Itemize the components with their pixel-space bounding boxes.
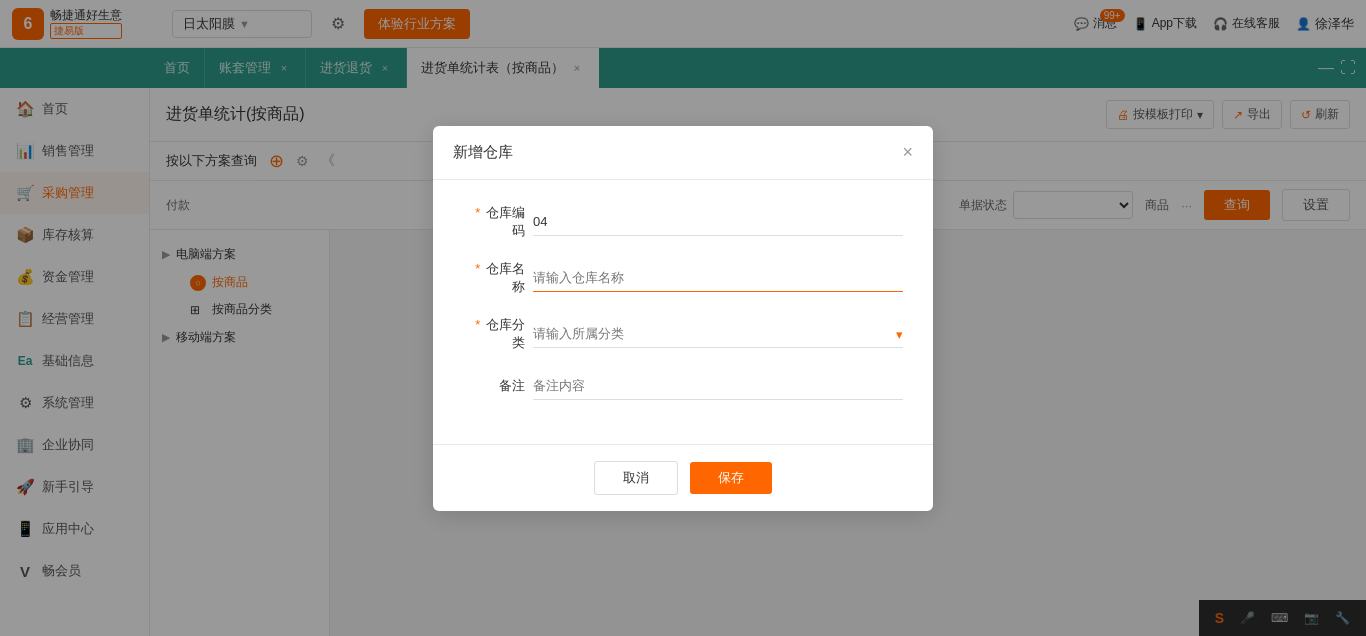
- modal-header: 新增仓库 ×: [433, 126, 933, 180]
- modal-close-icon[interactable]: ×: [902, 142, 913, 163]
- add-warehouse-modal: 新增仓库 × * 仓库编码 * 仓库名称: [433, 126, 933, 511]
- modal-title: 新增仓库: [453, 143, 513, 162]
- form-row-code: * 仓库编码: [463, 204, 903, 240]
- form-row-name: * 仓库名称: [463, 260, 903, 296]
- category-label: * 仓库分类: [463, 316, 533, 352]
- note-label: 备注: [463, 377, 533, 395]
- save-button[interactable]: 保存: [690, 462, 772, 494]
- category-input[interactable]: [533, 320, 903, 348]
- name-label: * 仓库名称: [463, 260, 533, 296]
- name-input[interactable]: [533, 264, 903, 292]
- code-label: * 仓库编码: [463, 204, 533, 240]
- cancel-button[interactable]: 取消: [594, 461, 678, 495]
- note-input[interactable]: [533, 372, 903, 400]
- form-row-category: * 仓库分类 ▾: [463, 316, 903, 352]
- modal-body: * 仓库编码 * 仓库名称 * 仓库分类: [433, 180, 933, 444]
- code-input[interactable]: [533, 208, 903, 236]
- category-select-wrapper: ▾: [533, 320, 903, 348]
- modal-overlay: 新增仓库 × * 仓库编码 * 仓库名称: [0, 0, 1366, 636]
- modal-footer: 取消 保存: [433, 444, 933, 511]
- form-row-note: 备注: [463, 372, 903, 400]
